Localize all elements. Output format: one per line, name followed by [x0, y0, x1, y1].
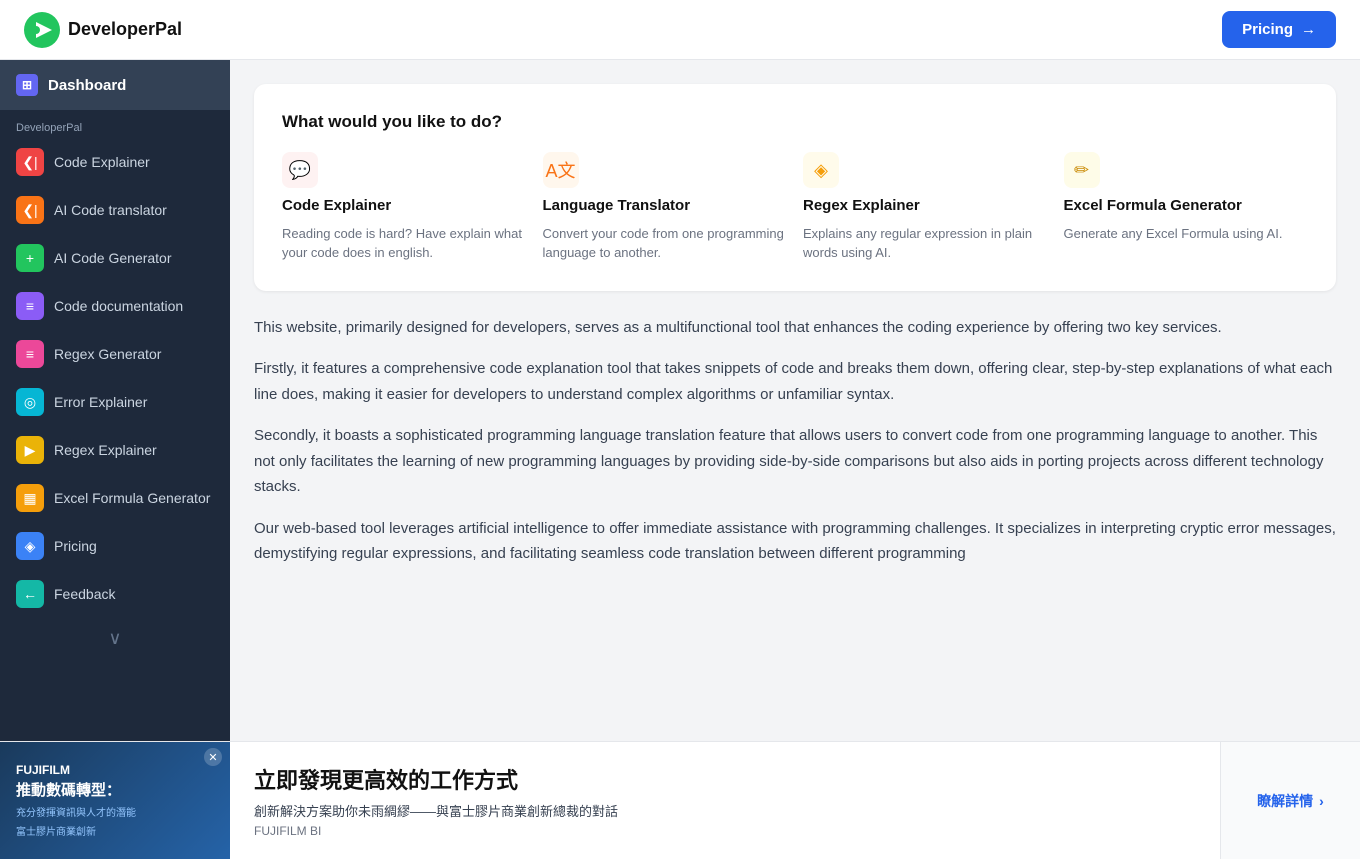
top-nav: DeveloperPal Pricing →: [0, 0, 1360, 60]
sidebar-item-regex-explainer[interactable]: ▶ Regex Explainer: [0, 426, 230, 474]
feature-item-name-excel-formula-generator: Excel Formula Generator: [1064, 196, 1309, 216]
sidebar-item-error-explainer[interactable]: ◎ Error Explainer: [0, 378, 230, 426]
sidebar-item-icon-error-explainer: ◎: [16, 388, 44, 416]
ad-subline1: 充分發揮資訊與人才的潛能: [16, 804, 214, 819]
description-paragraphs: This website, primarily designed for dev…: [254, 315, 1336, 567]
sidebar-section-label: DeveloperPal: [0, 110, 230, 138]
ad-content-brand: FUJIFILM BI: [254, 824, 1196, 838]
sidebar-item-excel-formula-generator[interactable]: ▦ Excel Formula Generator: [0, 474, 230, 522]
logo-icon: [24, 12, 60, 48]
feature-item-desc-regex-explainer: Explains any regular expression in plain…: [803, 224, 1048, 263]
feature-item-name-regex-explainer: Regex Explainer: [803, 196, 1048, 216]
ad-content-headline: 立即發現更高效的工作方式: [254, 763, 1196, 795]
feature-item-icon-language-translator: A文: [543, 152, 579, 188]
sidebar-item-icon-regex-generator: ≡: [16, 340, 44, 368]
sidebar-item-code-explainer[interactable]: ❮| Code Explainer: [0, 138, 230, 186]
feature-item-desc-language-translator: Convert your code from one programming l…: [543, 224, 788, 263]
feature-item-name-language-translator: Language Translator: [543, 196, 788, 216]
sidebar-item-pricing[interactable]: ◈ Pricing: [0, 522, 230, 570]
paragraph-4: Our web-based tool leverages artificial …: [254, 516, 1336, 567]
sidebar-item-icon-excel-formula-generator: ▦: [16, 484, 44, 512]
logo: DeveloperPal: [24, 12, 182, 48]
ad-headline: 推動數碼轉型：: [16, 781, 214, 801]
sidebar-item-icon-regex-explainer: ▶: [16, 436, 44, 464]
sidebar-item-label-ai-code-translator: AI Code translator: [54, 202, 167, 218]
sidebar-item-feedback[interactable]: ← Feedback: [0, 570, 230, 618]
feature-card: What would you like to do? 💬 Code Explai…: [254, 84, 1336, 291]
sidebar-item-label-regex-explainer: Regex Explainer: [54, 442, 157, 458]
ad-content-desc: 創新解決方案助你未雨綢繆——與富士膠片商業創新總裁的對話: [254, 801, 1196, 820]
ad-image-area: FUJIFILM 推動數碼轉型： 充分發揮資訊與人才的潛能 富士膠片商業創新 ✕: [0, 742, 230, 859]
feature-item-name-code-explainer: Code Explainer: [282, 196, 527, 216]
sidebar-item-label-ai-code-generator: AI Code Generator: [54, 250, 172, 266]
pricing-button[interactable]: Pricing →: [1222, 11, 1336, 48]
paragraph-2: Firstly, it features a comprehensive cod…: [254, 356, 1336, 407]
paragraph-3: Secondly, it boasts a sophisticated prog…: [254, 423, 1336, 500]
ad-cta: 瞭解詳情 ›: [1220, 742, 1360, 859]
ad-content: 立即發現更高效的工作方式 創新解決方案助你未雨綢繆——與富士膠片商業創新總裁的對…: [230, 742, 1220, 859]
feature-item-icon-regex-explainer: ◈: [803, 152, 839, 188]
dashboard-label: Dashboard: [48, 77, 126, 94]
sidebar-item-icon-code-documentation: ≡: [16, 292, 44, 320]
sidebar-item-icon-feedback: ←: [16, 580, 44, 608]
layout: ⊞ Dashboard DeveloperPal ❮| Code Explain…: [0, 60, 1360, 859]
feature-item-excel-formula-generator[interactable]: ✏ Excel Formula Generator Generate any E…: [1064, 152, 1309, 263]
feature-card-title: What would you like to do?: [282, 112, 1308, 132]
sidebar-item-icon-ai-code-translator: ❮|: [16, 196, 44, 224]
sidebar: ⊞ Dashboard DeveloperPal ❮| Code Explain…: [0, 60, 230, 859]
sidebar-item-ai-code-generator[interactable]: + AI Code Generator: [0, 234, 230, 282]
sidebar-item-label-code-explainer: Code Explainer: [54, 154, 150, 170]
sidebar-item-label-feedback: Feedback: [54, 586, 115, 602]
sidebar-item-label-regex-generator: Regex Generator: [54, 346, 161, 362]
ad-banner: FUJIFILM 推動數碼轉型： 充分發揮資訊與人才的潛能 富士膠片商業創新 ✕…: [0, 741, 1360, 859]
dashboard-icon: ⊞: [16, 74, 38, 96]
main-content: What would you like to do? 💬 Code Explai…: [230, 60, 1360, 859]
feature-item-icon-excel-formula-generator: ✏: [1064, 152, 1100, 188]
logo-text: DeveloperPal: [68, 19, 182, 40]
sidebar-item-code-documentation[interactable]: ≡ Code documentation: [0, 282, 230, 330]
sidebar-item-icon-code-explainer: ❮|: [16, 148, 44, 176]
ad-cta-label: 瞭解詳情: [1257, 791, 1313, 811]
features-grid: 💬 Code Explainer Reading code is hard? H…: [282, 152, 1308, 263]
ad-close-button[interactable]: ✕: [204, 748, 222, 766]
feature-item-code-explainer[interactable]: 💬 Code Explainer Reading code is hard? H…: [282, 152, 527, 263]
sidebar-item-ai-code-translator[interactable]: ❮| AI Code translator: [0, 186, 230, 234]
feature-item-regex-explainer[interactable]: ◈ Regex Explainer Explains any regular e…: [803, 152, 1048, 263]
ad-brand: FUJIFILM: [16, 763, 214, 777]
sidebar-item-icon-pricing: ◈: [16, 532, 44, 560]
ad-cta-button[interactable]: 瞭解詳情 ›: [1245, 783, 1336, 819]
sidebar-items-container: ❮| Code Explainer ❮| AI Code translator …: [0, 138, 230, 618]
sidebar-item-label-pricing: Pricing: [54, 538, 97, 554]
feature-item-language-translator[interactable]: A文 Language Translator Convert your code…: [543, 152, 788, 263]
sidebar-item-regex-generator[interactable]: ≡ Regex Generator: [0, 330, 230, 378]
feature-item-desc-excel-formula-generator: Generate any Excel Formula using AI.: [1064, 224, 1309, 244]
sidebar-item-label-code-documentation: Code documentation: [54, 298, 183, 314]
sidebar-item-icon-ai-code-generator: +: [16, 244, 44, 272]
feature-item-icon-code-explainer: 💬: [282, 152, 318, 188]
ad-cta-arrow: ›: [1319, 793, 1324, 809]
sidebar-collapse-button[interactable]: ∨: [0, 618, 230, 659]
sidebar-dashboard[interactable]: ⊞ Dashboard: [0, 60, 230, 110]
feature-item-desc-code-explainer: Reading code is hard? Have explain what …: [282, 224, 527, 263]
sidebar-item-label-error-explainer: Error Explainer: [54, 394, 147, 410]
sidebar-item-label-excel-formula-generator: Excel Formula Generator: [54, 490, 210, 506]
paragraph-1: This website, primarily designed for dev…: [254, 315, 1336, 341]
ad-subline2: 富士膠片商業創新: [16, 823, 214, 838]
